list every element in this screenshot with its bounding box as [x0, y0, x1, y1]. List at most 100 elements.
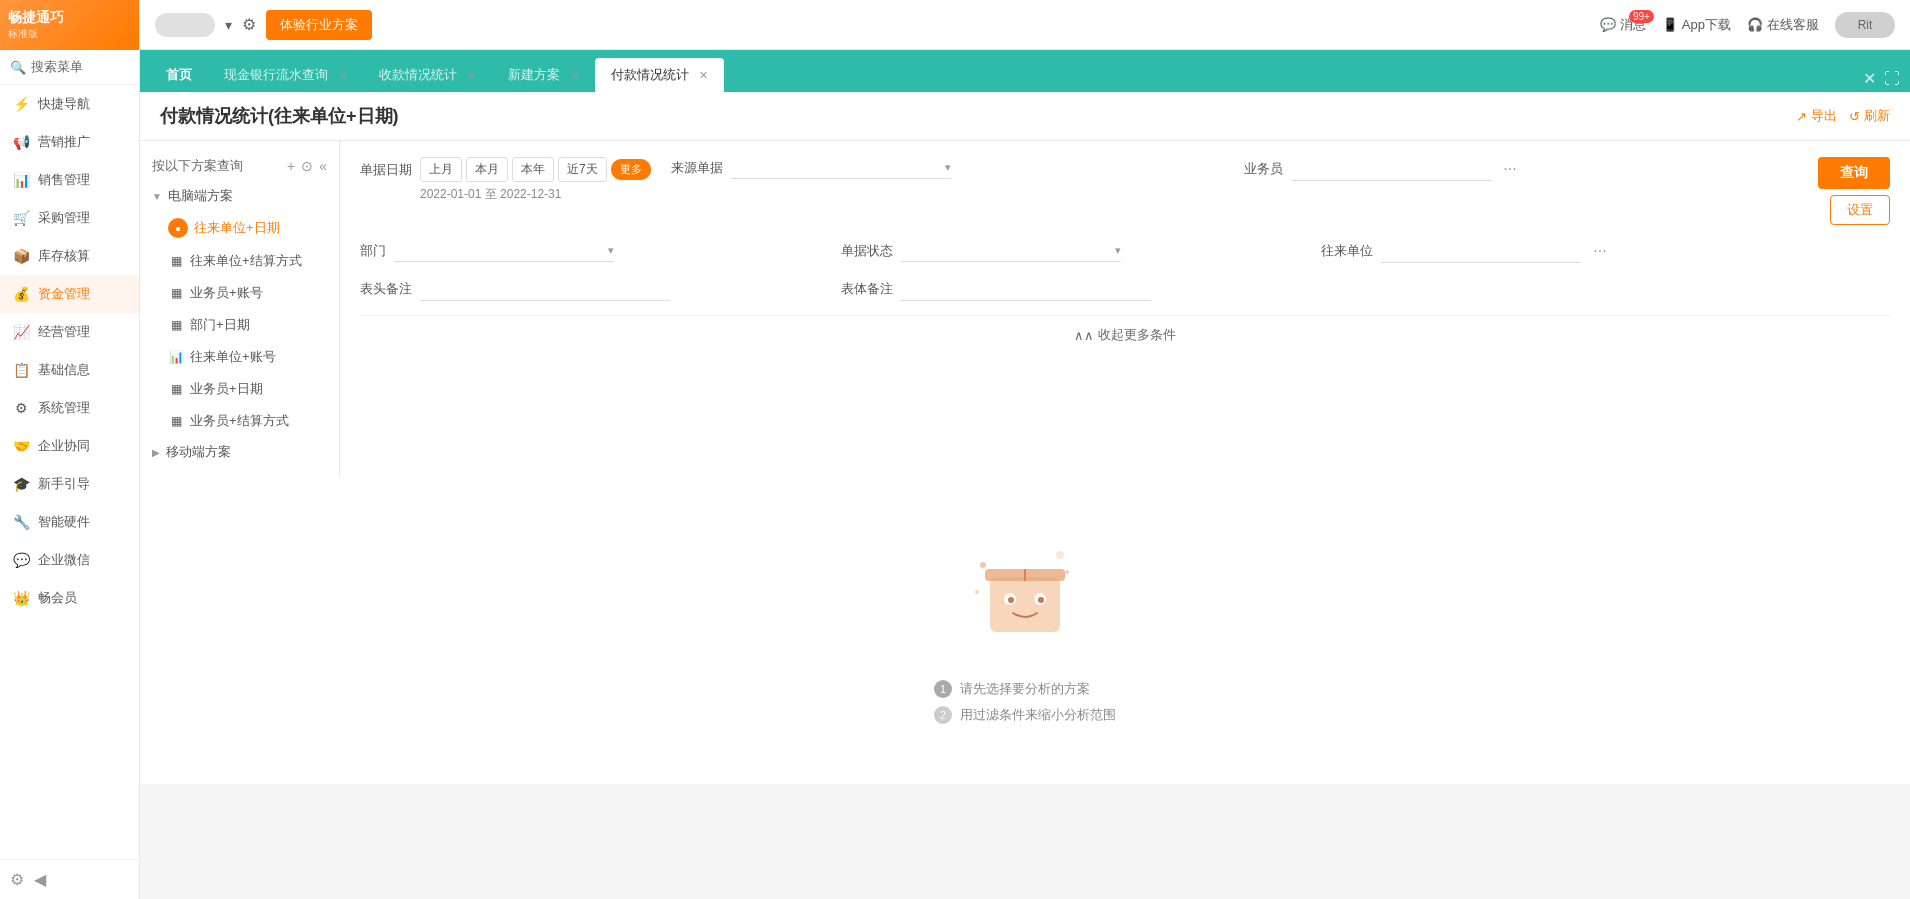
table-body-note-input[interactable]: [901, 277, 1151, 301]
scheme-item-staff-account[interactable]: ▦ 业务员+账号: [140, 277, 339, 309]
salesperson-input[interactable]: [1291, 157, 1491, 181]
date-range-display: 2022-01-01 至 2022-12-31: [360, 186, 651, 203]
salesperson-dots-icon[interactable]: ···: [1499, 160, 1520, 178]
table-note-label: 表头备注: [360, 280, 412, 298]
scheme-item-label: 往来单位+结算方式: [190, 252, 302, 270]
finance-icon: 💰: [12, 285, 30, 303]
sidebar-search[interactable]: 🔍 搜索菜单: [0, 50, 139, 85]
sidebar-item-hardware[interactable]: 🔧 智能硬件: [0, 503, 139, 541]
partner-input[interactable]: [1381, 239, 1581, 263]
department-group: 部门 ▾: [360, 240, 821, 262]
system-icon: ⚙: [12, 399, 30, 417]
tab-expand-icon[interactable]: ⛶: [1884, 70, 1900, 88]
tab-bank-flow-close-icon[interactable]: ✕: [338, 69, 347, 82]
hardware-icon: 🔧: [12, 513, 30, 531]
sidebar-item-basic[interactable]: 📋 基础信息: [0, 351, 139, 389]
quick-nav-icon: ⚡: [12, 95, 30, 113]
this-year-btn[interactable]: 本年: [512, 157, 554, 182]
query-button[interactable]: 查询: [1818, 157, 1890, 189]
sidebar-item-purchase[interactable]: 🛒 采购管理: [0, 199, 139, 237]
scheme-item-dept-date[interactable]: ▦ 部门+日期: [140, 309, 339, 341]
sidebar-header: 畅捷通巧 标准版: [0, 0, 139, 50]
table-body-note-group: 表体备注: [841, 277, 1302, 301]
scheme-item-staff-date[interactable]: ▦ 业务员+日期: [140, 373, 339, 405]
wechat-icon: 💬: [12, 551, 30, 569]
partner-group: 往来单位 ···: [1321, 239, 1782, 263]
scheme-active-icon: ●: [168, 218, 188, 238]
tab-new-scheme[interactable]: 新建方案 ✕: [492, 58, 595, 92]
table-note-input[interactable]: [420, 277, 670, 301]
salesperson-group: 业务员 ···: [1244, 157, 1798, 181]
sidebar-item-label: 经营管理: [38, 323, 90, 341]
marketing-icon: 📢: [12, 133, 30, 151]
footer-settings-icon[interactable]: ⚙: [10, 870, 24, 889]
last-7days-btn[interactable]: 近7天: [558, 157, 607, 182]
svg-point-5: [1008, 597, 1014, 603]
sidebar-item-wechat[interactable]: 💬 企业微信: [0, 541, 139, 579]
tip1-num: 1: [934, 680, 952, 698]
user-avatar[interactable]: Rit: [1835, 12, 1895, 38]
scheme-group-mobile-header[interactable]: ▶ 移动端方案: [140, 437, 339, 467]
svg-point-9: [1056, 551, 1064, 559]
online-service-label: 在线客服: [1767, 16, 1819, 34]
this-month-btn[interactable]: 本月: [466, 157, 508, 182]
tab-bank-flow-label: 现金银行流水查询: [224, 66, 328, 84]
sidebar-item-marketing[interactable]: 📢 营销推广: [0, 123, 139, 161]
scheme-add-icon[interactable]: +: [287, 158, 295, 174]
sidebar-item-system[interactable]: ⚙ 系统管理: [0, 389, 139, 427]
more-date-btn[interactable]: 更多: [611, 159, 651, 180]
filter-settings-button[interactable]: 设置: [1830, 195, 1890, 225]
sidebar-item-quick-nav[interactable]: ⚡ 快捷导航: [0, 85, 139, 123]
partner-dots-icon[interactable]: ···: [1589, 242, 1610, 260]
voucher-status-select-wrapper[interactable]: ▾: [901, 240, 1121, 262]
sidebar-logo-text: 畅捷通巧: [8, 9, 64, 27]
company-dropdown-icon[interactable]: ▾: [225, 17, 232, 33]
tab-new-scheme-label: 新建方案: [508, 66, 560, 84]
app-download-item[interactable]: 📱 App下载: [1662, 16, 1731, 34]
export-icon: ↗: [1796, 109, 1807, 124]
last-month-btn[interactable]: 上月: [420, 157, 462, 182]
tab-pay-stat[interactable]: 付款情况统计 ✕: [595, 58, 724, 92]
scheme-table-icon-5: ▦: [168, 413, 184, 429]
collapse-more-btn[interactable]: ∧∧ 收起更多条件: [360, 315, 1890, 354]
sidebar-item-inventory[interactable]: 📦 库存核算: [0, 237, 139, 275]
empty-state: 1 请先选择要分析的方案 2 用过滤条件来缩小分析范围: [140, 477, 1910, 784]
notification-item[interactable]: 💬 消息 99+: [1600, 16, 1646, 34]
sidebar-item-sales[interactable]: 📊 销售管理: [0, 161, 139, 199]
tab-close-all-icon[interactable]: ✕: [1863, 69, 1876, 88]
source-voucher-select-wrapper[interactable]: ▾: [731, 157, 951, 179]
sidebar-item-label: 企业微信: [38, 551, 90, 569]
tab-payment-stat-close-icon[interactable]: ✕: [467, 69, 476, 82]
scheme-settings-icon[interactable]: ⊙: [301, 158, 313, 174]
export-btn[interactable]: ↗ 导出: [1796, 107, 1837, 125]
sidebar-item-guide[interactable]: 🎓 新手引导: [0, 465, 139, 503]
tab-pay-stat-close-icon[interactable]: ✕: [699, 69, 708, 82]
tab-payment-stat-label: 收款情况统计: [379, 66, 457, 84]
trial-btn[interactable]: 体验行业方案: [266, 10, 372, 40]
sidebar-item-operation[interactable]: 📈 经营管理: [0, 313, 139, 351]
scheme-item-unit-account[interactable]: 📊 往来单位+账号: [140, 341, 339, 373]
tab-bank-flow[interactable]: 现金银行流水查询 ✕: [208, 58, 363, 92]
left-panel: 按以下方案查询 + ⊙ « ▼ 电脑端方案 ●: [140, 141, 340, 477]
scheme-collapse-icon[interactable]: «: [319, 158, 327, 174]
header-settings-icon[interactable]: ⚙: [242, 15, 256, 34]
search-label: 搜索菜单: [31, 58, 83, 76]
sidebar-item-label: 系统管理: [38, 399, 90, 417]
sidebar-item-enterprise[interactable]: 🤝 企业协同: [0, 427, 139, 465]
sidebar-item-label: 畅会员: [38, 589, 77, 607]
sidebar-item-label: 采购管理: [38, 209, 90, 227]
department-select-wrapper[interactable]: ▾: [394, 240, 614, 262]
online-service-item[interactable]: 🎧 在线客服: [1747, 16, 1819, 34]
scheme-item-staff-settle[interactable]: ▦ 业务员+结算方式: [140, 405, 339, 437]
scheme-item-unit-date[interactable]: ● 往来单位+日期: [140, 211, 339, 245]
tab-new-scheme-close-icon[interactable]: ✕: [570, 69, 579, 82]
tab-payment-stat[interactable]: 收款情况统计 ✕: [363, 58, 492, 92]
refresh-btn[interactable]: ↺ 刷新: [1849, 107, 1890, 125]
sidebar-item-member[interactable]: 👑 畅会员: [0, 579, 139, 617]
footer-collapse-icon[interactable]: ◀: [34, 870, 46, 889]
scheme-group-desktop-header[interactable]: ▼ 电脑端方案: [140, 181, 339, 211]
sidebar-item-finance[interactable]: 💰 资金管理: [0, 275, 139, 313]
guide-icon: 🎓: [12, 475, 30, 493]
scheme-item-unit-settle[interactable]: ▦ 往来单位+结算方式: [140, 245, 339, 277]
tab-home[interactable]: 首页: [150, 58, 208, 92]
